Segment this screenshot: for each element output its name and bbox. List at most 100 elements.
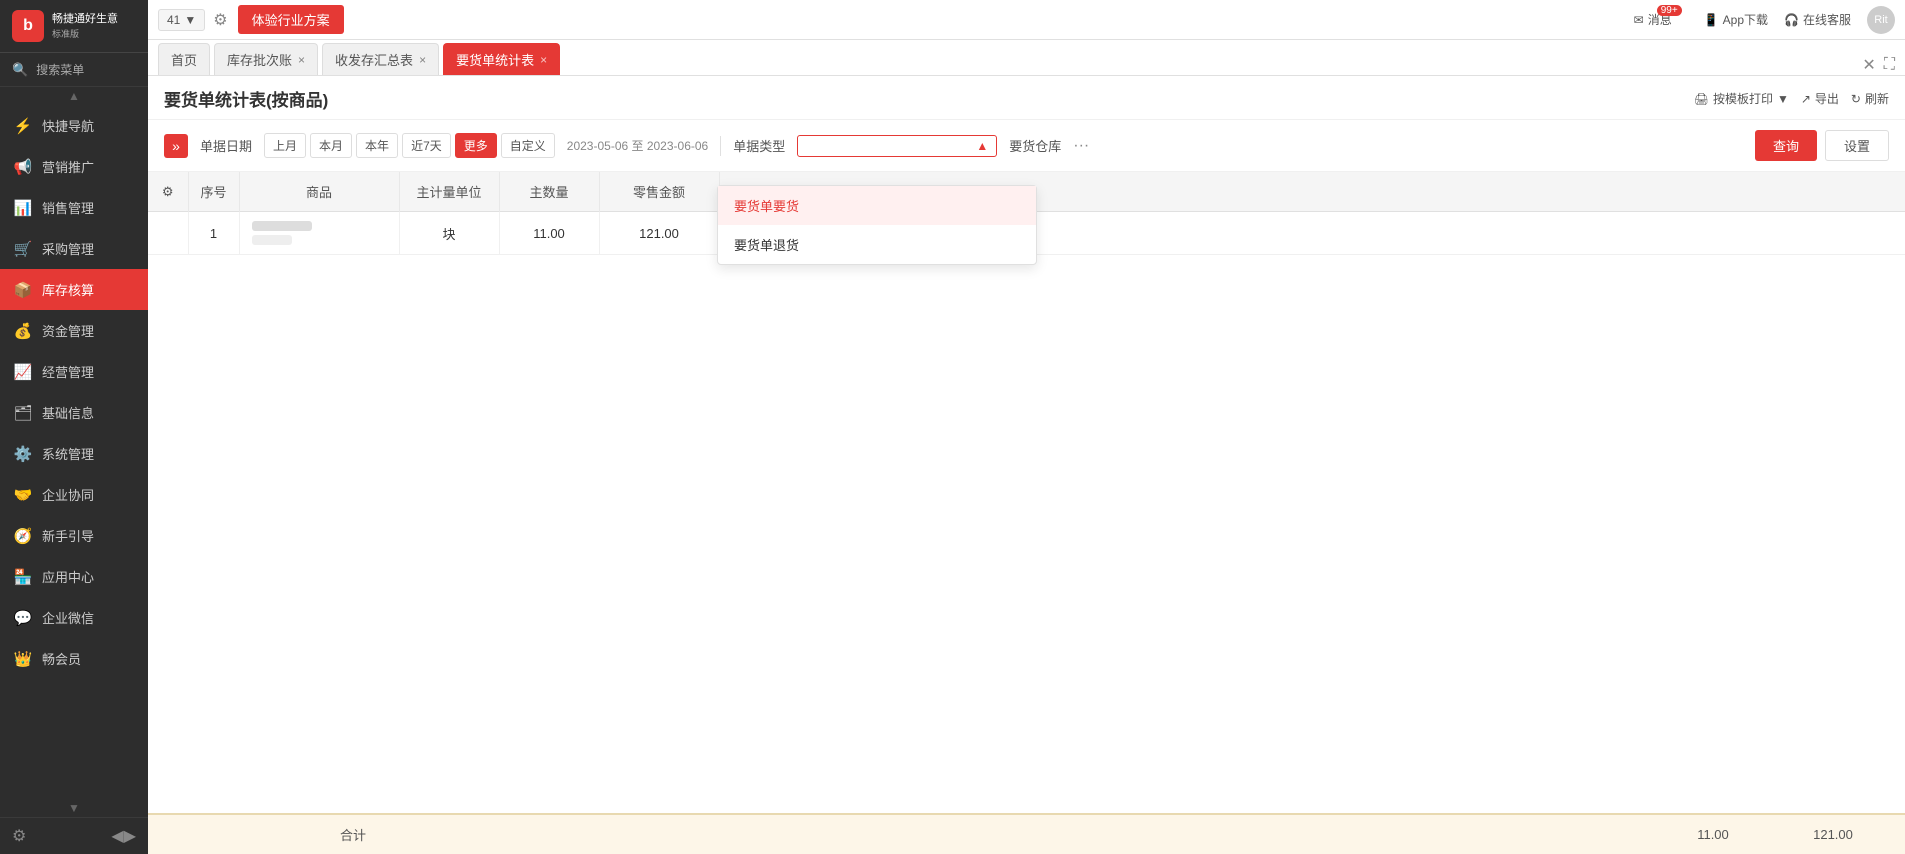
sidebar-label-purchase: 采购管理: [42, 239, 136, 258]
date-btns: 上月 本月 本年 近7天 更多 自定义: [264, 133, 555, 158]
tab-home[interactable]: 首页: [158, 43, 210, 75]
sidebar-scroll-up[interactable]: ▲: [0, 87, 148, 105]
tab-recv-summary-close[interactable]: ×: [419, 53, 426, 67]
sidebar-icon-purchase: 🛒: [12, 240, 34, 258]
date-curr-btn[interactable]: 本月: [310, 133, 352, 158]
sidebar-settings-icon[interactable]: ⚙: [12, 826, 26, 846]
date-year-btn[interactable]: 本年: [356, 133, 398, 158]
filter-expand-btn[interactable]: »: [164, 134, 188, 158]
type-dropdown: 要货单要货 要货单退货: [717, 185, 1037, 265]
logo-icon: b: [12, 10, 44, 42]
sidebar-label-weixin: 企业微信: [42, 608, 136, 627]
sidebar-icon-guide: 🧭: [12, 527, 34, 545]
sidebar-item-quick-nav[interactable]: ⚡ 快捷导航: [0, 105, 148, 146]
sidebar-icon-base: 🗂: [12, 404, 34, 422]
footer-amount: 121.00: [1773, 827, 1893, 842]
sidebar-item-base[interactable]: 🗂 基础信息: [0, 392, 148, 433]
logo-sub: 标准版: [52, 27, 118, 40]
col-gear[interactable]: ⚙: [148, 172, 188, 212]
search-menu[interactable]: 🔍 搜索菜单: [0, 53, 148, 87]
date-more-btn[interactable]: 更多: [455, 133, 497, 158]
tab-recv-summary[interactable]: 收发存汇总表 ×: [322, 43, 439, 75]
sidebar-label-inventory: 库存核算: [42, 280, 136, 299]
table-wrap: ⚙ 序号 商品 主计量单位 主数量 零售金额 1: [148, 172, 1905, 813]
sidebar-item-marketing[interactable]: 📢 营销推广: [0, 146, 148, 187]
dropdown-option-order-return[interactable]: 要货单退货: [718, 225, 1036, 264]
col-product: 商品: [239, 172, 399, 212]
topbar-gear-icon[interactable]: ⚙: [213, 10, 227, 30]
sidebar-collapse-icon[interactable]: ◀▶: [111, 826, 136, 846]
refresh-btn[interactable]: ↻ 刷新: [1851, 90, 1889, 107]
trial-btn[interactable]: 体验行业方案: [238, 5, 344, 34]
sidebar-item-member[interactable]: 👑 畅会员: [0, 638, 148, 679]
tab-recv-summary-label: 收发存汇总表: [335, 50, 413, 69]
refresh-icon: ↻: [1851, 92, 1861, 106]
sidebar-icon-marketing: 📢: [12, 158, 34, 176]
sidebar-label-system: 系统管理: [42, 444, 136, 463]
dropdown-option-order-in[interactable]: 要货单要货: [718, 186, 1036, 225]
warehouse-dots[interactable]: ···: [1073, 137, 1089, 155]
export-btn[interactable]: ↗ 导出: [1801, 90, 1839, 107]
messages-btn[interactable]: ✉ 消息 99+: [1634, 11, 1672, 28]
topbar: 41 ▼ ⚙ 体验行业方案 ✉ 消息 99+ 📱 App下载 🎧 在线客服 Ri…: [148, 0, 1905, 40]
gear-icon: ⚙: [162, 184, 174, 199]
tab-close-all-icon[interactable]: ✕: [1862, 55, 1875, 75]
type-input[interactable]: ▲: [797, 135, 997, 157]
sidebar-bottom: ⚙ ◀▶: [0, 817, 148, 854]
tab-inventory-batch-close[interactable]: ×: [298, 53, 305, 67]
app-download-btn[interactable]: 📱 App下载: [1704, 11, 1768, 28]
page-content: 要货单统计表(按商品) 🖨 按模板打印 ▼ ↗ 导出 ↻ 刷新 »: [148, 76, 1905, 854]
sidebar-item-collab[interactable]: 🤝 企业协同: [0, 474, 148, 515]
sidebar-item-guide[interactable]: 🧭 新手引导: [0, 515, 148, 556]
sidebar-icon-member: 👑: [12, 650, 34, 668]
print-icon: 🖨: [1694, 92, 1709, 106]
date-week-btn[interactable]: 近7天: [402, 133, 451, 158]
sidebar-label-quick-nav: 快捷导航: [42, 116, 136, 135]
query-btn[interactable]: 查询: [1755, 130, 1817, 161]
sidebar-label-operations: 经营管理: [42, 362, 136, 381]
sidebar-item-operations[interactable]: 📈 经营管理: [0, 351, 148, 392]
tab-order-summary-label: 要货单统计表: [456, 50, 534, 69]
tab-order-summary[interactable]: 要货单统计表 ×: [443, 43, 560, 75]
sidebar-item-inventory[interactable]: 📦 库存核算: [0, 269, 148, 310]
print-label: 按模板打印: [1713, 90, 1773, 107]
tabs-bar: 首页 库存批次账 × 收发存汇总表 × 要货单统计表 × ✕ ⛶: [148, 40, 1905, 76]
warehouse-label: 要货仓库: [1009, 136, 1061, 155]
col-amount: 零售金额: [599, 172, 719, 212]
tab-fullscreen-icon[interactable]: ⛶: [1884, 56, 1895, 74]
sidebar-item-system[interactable]: ⚙️ 系统管理: [0, 433, 148, 474]
avatar-text: Rit: [1874, 14, 1887, 26]
sidebar-item-sales[interactable]: 📊 销售管理: [0, 187, 148, 228]
sidebar-icon-appstore: 🏪: [12, 568, 34, 586]
message-icon: ✉: [1634, 13, 1644, 27]
export-label: 导出: [1815, 90, 1839, 107]
export-icon: ↗: [1801, 92, 1811, 106]
sidebar-item-weixin[interactable]: 💬 企业微信: [0, 597, 148, 638]
dropdown-option-order-return-label: 要货单退货: [734, 238, 799, 253]
page-actions: 🖨 按模板打印 ▼ ↗ 导出 ↻ 刷新: [1694, 90, 1889, 107]
print-arrow: ▼: [1777, 92, 1789, 106]
online-service-btn[interactable]: 🎧 在线客服: [1784, 11, 1851, 28]
avatar[interactable]: Rit: [1867, 6, 1895, 34]
sidebar-item-finance[interactable]: 💰 资金管理: [0, 310, 148, 351]
tab-inventory-batch[interactable]: 库存批次账 ×: [214, 43, 318, 75]
service-icon: 🎧: [1784, 13, 1799, 27]
date-label: 单据日期: [200, 136, 252, 155]
store-id: 41: [167, 13, 180, 27]
sidebar-item-purchase[interactable]: 🛒 采购管理: [0, 228, 148, 269]
search-label: 搜索菜单: [36, 61, 84, 78]
sidebar-item-appstore[interactable]: 🏪 应用中心: [0, 556, 148, 597]
print-template-btn[interactable]: 🖨 按模板打印 ▼: [1694, 90, 1789, 107]
sidebar-scroll-down[interactable]: ▼: [0, 799, 148, 817]
sidebar-nav: ⚡ 快捷导航 📢 营销推广 📊 销售管理 🛒 采购管理 📦 库存核算 💰 资金管…: [0, 105, 148, 799]
tab-order-summary-close[interactable]: ×: [540, 53, 547, 67]
date-prev-btn[interactable]: 上月: [264, 133, 306, 158]
store-selector[interactable]: 41 ▼: [158, 9, 205, 31]
tab-home-label: 首页: [171, 50, 197, 69]
date-custom-btn[interactable]: 自定义: [501, 133, 555, 158]
col-unit: 主计量单位: [399, 172, 499, 212]
setting-btn[interactable]: 设置: [1825, 130, 1889, 161]
sidebar: b 畅捷通好生意 标准版 🔍 搜索菜单 ▲ ⚡ 快捷导航 📢 营销推广 📊 销售…: [0, 0, 148, 854]
sidebar-logo: b 畅捷通好生意 标准版: [0, 0, 148, 53]
sidebar-label-finance: 资金管理: [42, 321, 136, 340]
